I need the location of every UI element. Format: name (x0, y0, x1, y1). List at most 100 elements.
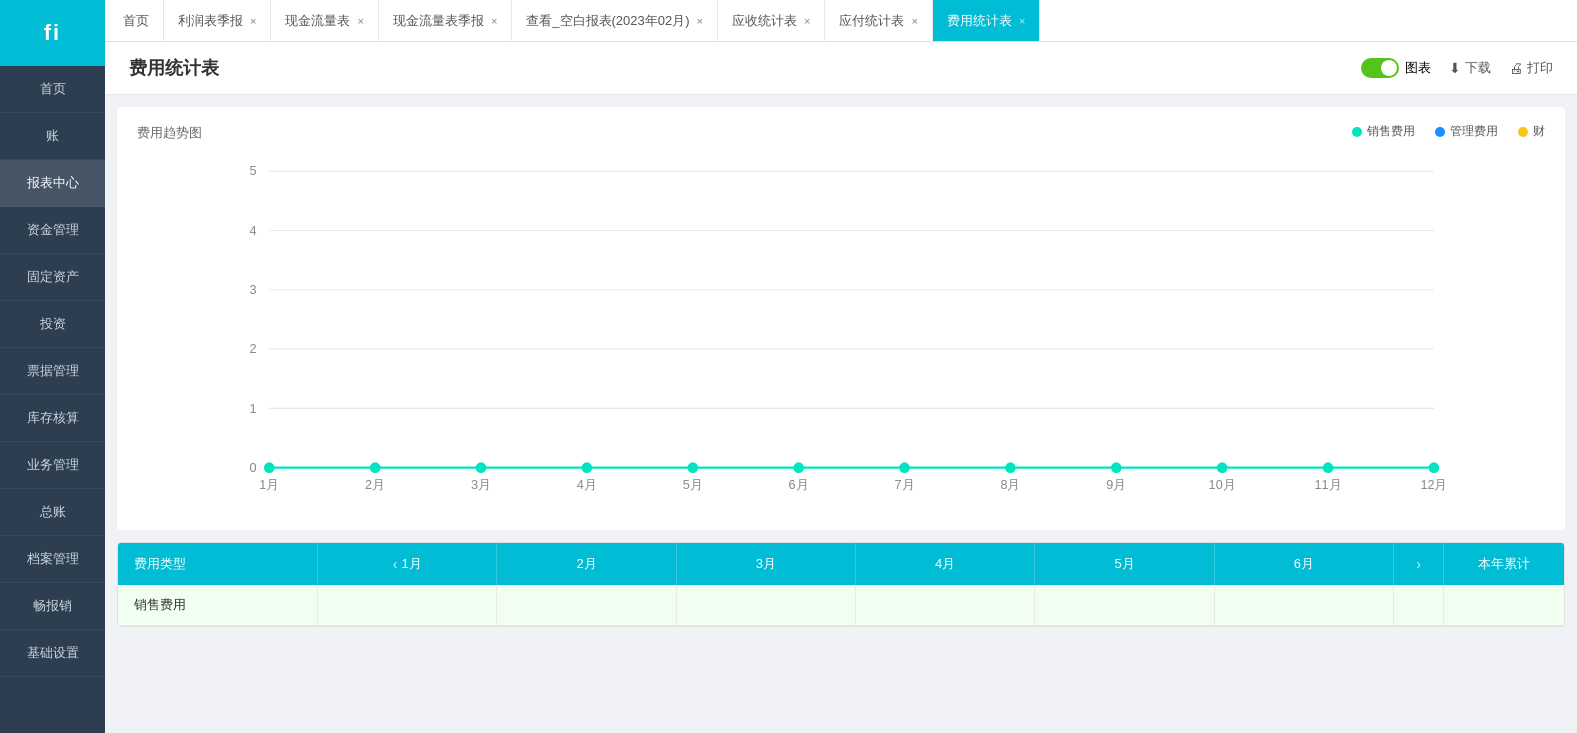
sidebar-item-investment[interactable]: 投资 (0, 301, 105, 348)
svg-text:2月: 2月 (365, 478, 385, 492)
sidebar-item-sales[interactable]: 畅报销 (0, 583, 105, 630)
svg-point-17 (793, 462, 804, 473)
svg-point-20 (1111, 462, 1122, 473)
nav-prev-arrow[interactable]: ‹ (393, 556, 398, 572)
table-body: 销售费用 (118, 585, 1564, 626)
print-icon: 🖨 (1509, 60, 1523, 76)
tab-receivable[interactable]: 应收统计表 × (718, 0, 825, 42)
tab-bar: 首页 利润表季报 × 现金流量表 × 现金流量表季报 × 查看_空白报表(202… (105, 0, 1577, 42)
th-type: 费用类型 (118, 543, 318, 585)
sidebar-item-ticket-mgmt[interactable]: 票据管理 (0, 348, 105, 395)
sidebar-item-archive-mgmt[interactable]: 档案管理 (0, 536, 105, 583)
sidebar-item-ledger[interactable]: 总账 (0, 489, 105, 536)
svg-text:11月: 11月 (1314, 478, 1341, 492)
svg-point-18 (899, 462, 910, 473)
sidebar-item-inventory[interactable]: 库存核算 (0, 395, 105, 442)
chart-container: 5 4 3 2 1 0 (137, 150, 1545, 510)
tab-blank-report[interactable]: 查看_空白报表(2023年02月) × (512, 0, 718, 42)
sidebar-logo: fi (0, 0, 105, 66)
legend-admin: 管理费用 (1435, 123, 1498, 140)
svg-text:3月: 3月 (471, 478, 491, 492)
chart-legend: 销售费用 管理费用 财 (1352, 123, 1545, 140)
tab-payable[interactable]: 应付统计表 × (825, 0, 932, 42)
td-m5 (1035, 585, 1214, 625)
tab-blank-report-close[interactable]: × (697, 15, 703, 27)
main-area: 首页 利润表季报 × 现金流量表 × 现金流量表季报 × 查看_空白报表(202… (105, 0, 1577, 733)
tab-expense-close[interactable]: × (1019, 15, 1025, 27)
download-button[interactable]: ⬇ 下载 (1449, 59, 1491, 77)
table-header: 费用类型 ‹ 1月 2月 3月 4月 5月 (118, 543, 1564, 585)
th-ytd: 本年累计 (1444, 543, 1564, 585)
sidebar-nav: 首页 账 报表中心 资金管理 固定资产 投资 票据管理 库存核算 业务管理 总账… (0, 66, 105, 733)
sidebar: fi 首页 账 报表中心 资金管理 固定资产 投资 票据管理 库存核算 业务管理… (0, 0, 105, 733)
table-row: 销售费用 (118, 585, 1564, 626)
chart-section: 费用趋势图 销售费用 管理费用 财 (117, 107, 1565, 530)
sidebar-item-home[interactable]: 首页 (0, 66, 105, 113)
sidebar-item-service-mgmt[interactable]: 业务管理 (0, 442, 105, 489)
td-m4 (856, 585, 1035, 625)
svg-point-23 (1429, 462, 1440, 473)
legend-sales: 销售费用 (1352, 123, 1415, 140)
th-month6: 6月 (1215, 543, 1394, 585)
svg-text:5月: 5月 (683, 478, 703, 492)
svg-text:10月: 10月 (1209, 478, 1236, 492)
td-m3 (677, 585, 856, 625)
sidebar-item-fixed-assets[interactable]: 固定资产 (0, 254, 105, 301)
legend-finance: 财 (1518, 123, 1545, 140)
td-m1 (318, 585, 497, 625)
sidebar-item-settings[interactable]: 基础设置 (0, 630, 105, 677)
chart-title: 费用趋势图 (137, 124, 202, 142)
sidebar-item-fund-mgmt[interactable]: 资金管理 (0, 207, 105, 254)
chart-toggle-label: 图表 (1405, 59, 1431, 77)
tab-cashflow-quarterly-close[interactable]: × (491, 15, 497, 27)
print-label: 打印 (1527, 59, 1553, 77)
td-m6 (1215, 585, 1394, 625)
sidebar-item-account[interactable]: 账 (0, 113, 105, 160)
tab-expense[interactable]: 费用统计表 × (933, 0, 1040, 42)
th-month5-label: 5月 (1114, 555, 1134, 573)
tab-payable-close[interactable]: × (911, 15, 917, 27)
svg-point-14 (476, 462, 487, 473)
tab-profit-quarterly[interactable]: 利润表季报 × (164, 0, 271, 42)
legend-admin-label: 管理费用 (1450, 123, 1498, 140)
svg-text:4: 4 (249, 224, 256, 238)
tab-cashflow[interactable]: 现金流量表 × (271, 0, 378, 42)
svg-point-19 (1005, 462, 1016, 473)
svg-text:9月: 9月 (1106, 478, 1126, 492)
chart-toggle[interactable] (1361, 58, 1399, 78)
tab-home-label: 首页 (123, 12, 149, 30)
tab-blank-report-label: 查看_空白报表(2023年02月) (526, 12, 689, 30)
print-button[interactable]: 🖨 打印 (1509, 59, 1553, 77)
sidebar-item-report-center[interactable]: 报表中心 (0, 160, 105, 207)
download-icon: ⬇ (1449, 60, 1461, 76)
svg-point-12 (264, 462, 275, 473)
tab-cashflow-quarterly[interactable]: 现金流量表季报 × (379, 0, 512, 42)
page-header: 费用统计表 图表 ⬇ 下载 🖨 打印 (105, 42, 1577, 95)
svg-text:6月: 6月 (789, 478, 809, 492)
tab-profit-quarterly-close[interactable]: × (250, 15, 256, 27)
svg-point-21 (1217, 462, 1228, 473)
td-type: 销售费用 (118, 585, 318, 625)
page-title: 费用统计表 (129, 56, 219, 80)
svg-text:3: 3 (249, 283, 256, 297)
th-month5: 5月 (1035, 543, 1214, 585)
svg-text:2: 2 (249, 342, 256, 356)
legend-sales-dot (1352, 127, 1362, 137)
tab-cashflow-label: 现金流量表 (285, 12, 350, 30)
content-area: 费用统计表 图表 ⬇ 下载 🖨 打印 费用趋势图 (105, 42, 1577, 733)
tab-cashflow-quarterly-label: 现金流量表季报 (393, 12, 484, 30)
svg-text:8月: 8月 (1000, 478, 1020, 492)
th-month3: 3月 (677, 543, 856, 585)
chart-toggle-wrap: 图表 (1361, 58, 1431, 78)
tab-receivable-close[interactable]: × (804, 15, 810, 27)
svg-text:4月: 4月 (577, 478, 597, 492)
expense-table: 费用类型 ‹ 1月 2月 3月 4月 5月 (117, 542, 1565, 627)
th-month1: ‹ 1月 (318, 543, 497, 585)
svg-text:1: 1 (249, 402, 256, 416)
nav-next-arrow[interactable]: › (1416, 556, 1421, 572)
tab-cashflow-close[interactable]: × (357, 15, 363, 27)
svg-text:12月: 12月 (1420, 478, 1447, 492)
tab-home[interactable]: 首页 (109, 0, 164, 42)
tab-payable-label: 应付统计表 (839, 12, 904, 30)
th-month2: 2月 (497, 543, 676, 585)
